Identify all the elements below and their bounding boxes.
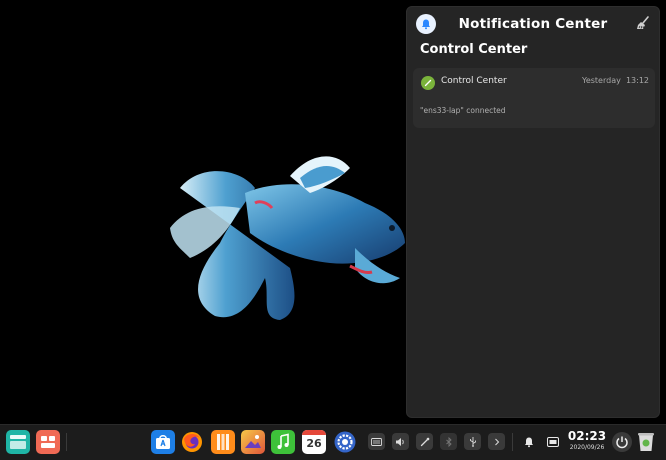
music-icon[interactable] bbox=[271, 430, 295, 454]
notification-day: Yesterday bbox=[582, 76, 621, 85]
notification-timestamp: Yesterday 13:12 bbox=[582, 76, 649, 85]
deepin-album-icon[interactable] bbox=[211, 430, 235, 454]
power-button[interactable] bbox=[612, 432, 632, 452]
usb-icon bbox=[469, 437, 476, 447]
bluetooth-button[interactable] bbox=[440, 433, 457, 450]
notification-center-title: Notification Center bbox=[458, 16, 608, 32]
wired-network-icon bbox=[420, 437, 429, 446]
dock: 26 02:23 2020/09/26 bbox=[0, 424, 666, 460]
volume-button[interactable] bbox=[392, 433, 409, 450]
firefox-icon[interactable] bbox=[180, 430, 204, 454]
power-icon bbox=[616, 436, 628, 449]
bluetooth-icon bbox=[445, 436, 452, 447]
launcher-icon[interactable] bbox=[6, 430, 30, 454]
notification-center-button[interactable] bbox=[520, 433, 537, 450]
show-desktop-button[interactable] bbox=[544, 433, 561, 450]
clock-time[interactable]: 02:23 bbox=[567, 429, 607, 443]
notification-body: "ens33-lap" connected bbox=[420, 106, 506, 115]
chevron-right-icon bbox=[494, 438, 499, 445]
control-center-app-icon bbox=[421, 76, 435, 90]
app-store-icon[interactable] bbox=[151, 430, 175, 454]
notification-center-header: Notification Center bbox=[407, 7, 659, 41]
calendar-icon[interactable]: 26 bbox=[302, 430, 326, 454]
betta-fish-wallpaper bbox=[170, 156, 405, 320]
tray-expand-button[interactable] bbox=[488, 433, 505, 450]
network-button[interactable] bbox=[416, 433, 433, 450]
multitask-view-icon[interactable] bbox=[36, 430, 60, 454]
usb-button[interactable] bbox=[464, 433, 481, 450]
tray-divider bbox=[512, 433, 513, 451]
trash-icon[interactable] bbox=[637, 431, 655, 453]
clear-all-button[interactable] bbox=[635, 15, 651, 31]
desktop-icon bbox=[546, 436, 559, 447]
onboard-keyboard-button[interactable] bbox=[368, 433, 385, 450]
notification-app-name: Control Center bbox=[441, 76, 507, 86]
notification-group-title: Control Center bbox=[420, 42, 528, 57]
clock-date[interactable]: 2020/09/26 bbox=[567, 444, 607, 451]
keyboard-icon bbox=[371, 437, 382, 446]
speaker-icon bbox=[396, 437, 404, 446]
notification-card[interactable]: Control Center Yesterday 13:12 "ens33-la… bbox=[413, 68, 655, 128]
broom-icon bbox=[637, 16, 649, 29]
calendar-day: 26 bbox=[306, 437, 322, 450]
dock-divider bbox=[66, 433, 67, 451]
notification-center-panel: Notification Center Control Center Contr… bbox=[406, 6, 660, 418]
notification-time: 13:12 bbox=[625, 76, 649, 85]
settings-icon[interactable] bbox=[333, 430, 357, 454]
image-viewer-icon[interactable] bbox=[241, 430, 265, 454]
bell-icon bbox=[524, 437, 533, 447]
